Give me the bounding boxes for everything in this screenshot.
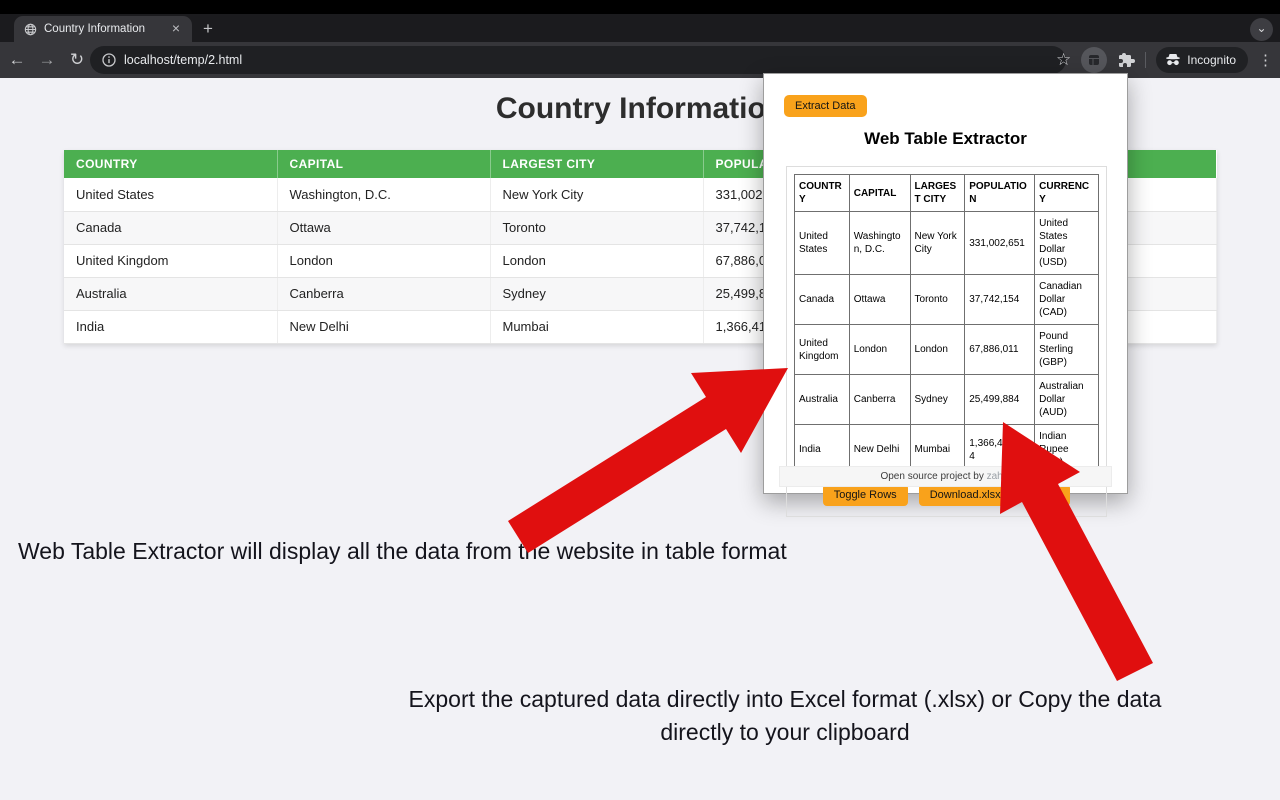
bookmark-star-icon[interactable]: ☆ (1056, 50, 1071, 70)
table-cell: United Kingdom (64, 244, 278, 278)
toggle-rows-button[interactable]: Toggle Rows (822, 484, 908, 506)
table-cell: Australia (64, 277, 278, 311)
extract-data-button[interactable]: Extract Data (784, 95, 867, 117)
table-row: United KingdomLondonLondon67,886,011Poun… (794, 324, 1099, 375)
column-header: CAPITAL (848, 174, 911, 212)
incognito-spy-icon (1165, 53, 1181, 67)
popup-button-row: Toggle Rows Download.xlsx Copy (794, 484, 1099, 506)
popup-title: Web Table Extractor (864, 129, 1027, 148)
table-cell: Washington, D.C. (277, 178, 491, 212)
table-cell: Sydney (909, 374, 966, 425)
table-cell: London (909, 324, 966, 375)
extensions-puzzle-icon[interactable] (1117, 51, 1136, 69)
column-header: CAPITAL (277, 150, 491, 178)
table-cell: Canada (794, 274, 850, 325)
table-cell: Canadian Dollar (CAD) (1034, 274, 1099, 325)
web-table-extractor-popup: Extract Data Web Table Extractor COUNTRY… (763, 73, 1128, 517)
table-row: AustraliaCanberraSydney25,499,884Austral… (794, 374, 1099, 425)
caption-bottom-line1: Export the captured data directly into E… (408, 686, 1162, 712)
address-bar[interactable]: localhost/temp/2.html (90, 46, 1066, 74)
table-cell: Canberra (277, 277, 491, 311)
table-cell: United States (64, 178, 278, 212)
chevron-down-icon[interactable]: ⌄ (1250, 18, 1273, 41)
window-titlebar (0, 0, 1280, 14)
tab-strip (0, 14, 1280, 42)
footer-text: Open source project by (880, 471, 987, 482)
column-header: LARGEST CITY (909, 174, 966, 212)
table-cell: Canberra (848, 374, 911, 425)
caption-top: Web Table Extractor will display all the… (18, 538, 787, 564)
column-header: COUNTRY (794, 174, 850, 212)
table-cell: Pound Sterling (GBP) (1034, 324, 1099, 375)
table-cell: Australian Dollar (AUD) (1034, 374, 1099, 425)
active-extension-icon[interactable] (1081, 47, 1108, 73)
table-cell: New York City (490, 178, 704, 212)
caption-bottom: Export the captured data directly into E… (330, 683, 1240, 749)
globe-favicon-icon (24, 23, 37, 36)
table-cell: Australia (794, 374, 850, 425)
download-xlsx-button[interactable]: Download.xlsx (918, 484, 1012, 506)
extracted-table: COUNTRY CAPITAL LARGEST CITY POPULATION CURR… (794, 174, 1099, 475)
table-header-row: COUNTRYCAPITALLARGEST CITYPOPULATIONCURR… (794, 174, 1099, 212)
table-row: United States Washington, D.C. New York Ci… (794, 211, 1099, 275)
copy-button[interactable]: Copy (1022, 484, 1071, 506)
forward-button[interactable]: → (34, 50, 60, 70)
table-cell: 67,886,011 (964, 324, 1036, 375)
popup-footer: Open source project by zahin (779, 466, 1112, 487)
table-cell: Toronto (909, 274, 966, 325)
column-header: LARGEST CITY (490, 150, 704, 178)
table-cell: Ottawa (277, 211, 491, 245)
tab-close-icon[interactable]: × (168, 21, 184, 37)
incognito-label: Incognito (1187, 53, 1236, 67)
table-cell: London (848, 324, 911, 375)
extracted-table-body: United States Washington, D.C. New York Ci… (794, 211, 1099, 475)
tab-title: Country Information (44, 23, 145, 35)
reload-button[interactable]: ↻ (64, 50, 90, 70)
site-info-icon[interactable] (102, 53, 116, 67)
caption-bottom-line2: directly to your clipboard (660, 719, 910, 745)
table-cell: 37,742,154 (964, 274, 1036, 325)
table-row: CanadaOttawaToronto37,742,154Canadian Do… (794, 274, 1099, 325)
popup-table-container: COUNTRY CAPITAL LARGEST CITY POPULATION CURR… (786, 166, 1107, 517)
table-cell: Ottawa (848, 274, 911, 325)
table-cell: Toronto (490, 211, 704, 245)
column-header: COUNTRY (64, 150, 278, 178)
table-cell: Mumbai (490, 310, 704, 344)
column-header: CURRENCY (1034, 174, 1099, 212)
new-tab-button[interactable]: + (198, 19, 218, 39)
table-cell: Washington, D.C. (848, 211, 911, 275)
table-cell: India (64, 310, 278, 344)
table-cell: New Delhi (277, 310, 491, 344)
table-cell: United States Dollar (USD) (1034, 211, 1099, 275)
table-cell: New York City (909, 211, 966, 275)
table-cell: 25,499,884 (964, 374, 1036, 425)
toolbar-separator (1145, 52, 1147, 68)
table-cell: 331,002,651 (964, 211, 1036, 275)
tab-country-information[interactable]: Country Information × (14, 16, 192, 42)
incognito-badge: Incognito (1156, 47, 1248, 73)
back-button[interactable]: ← (4, 50, 30, 70)
table-cell: Canada (64, 211, 278, 245)
column-header: POPULATION (964, 174, 1036, 212)
table-cell: United States (794, 211, 850, 275)
browser-menu-icon[interactable]: ⋮ (1258, 51, 1273, 69)
table-cell: London (490, 244, 704, 278)
table-cell: London (277, 244, 491, 278)
table-cell: Sydney (490, 277, 704, 311)
footer-author-link[interactable]: zahin (987, 471, 1011, 482)
table-cell: United Kingdom (794, 324, 850, 375)
url-text: localhost/temp/2.html (124, 53, 243, 67)
